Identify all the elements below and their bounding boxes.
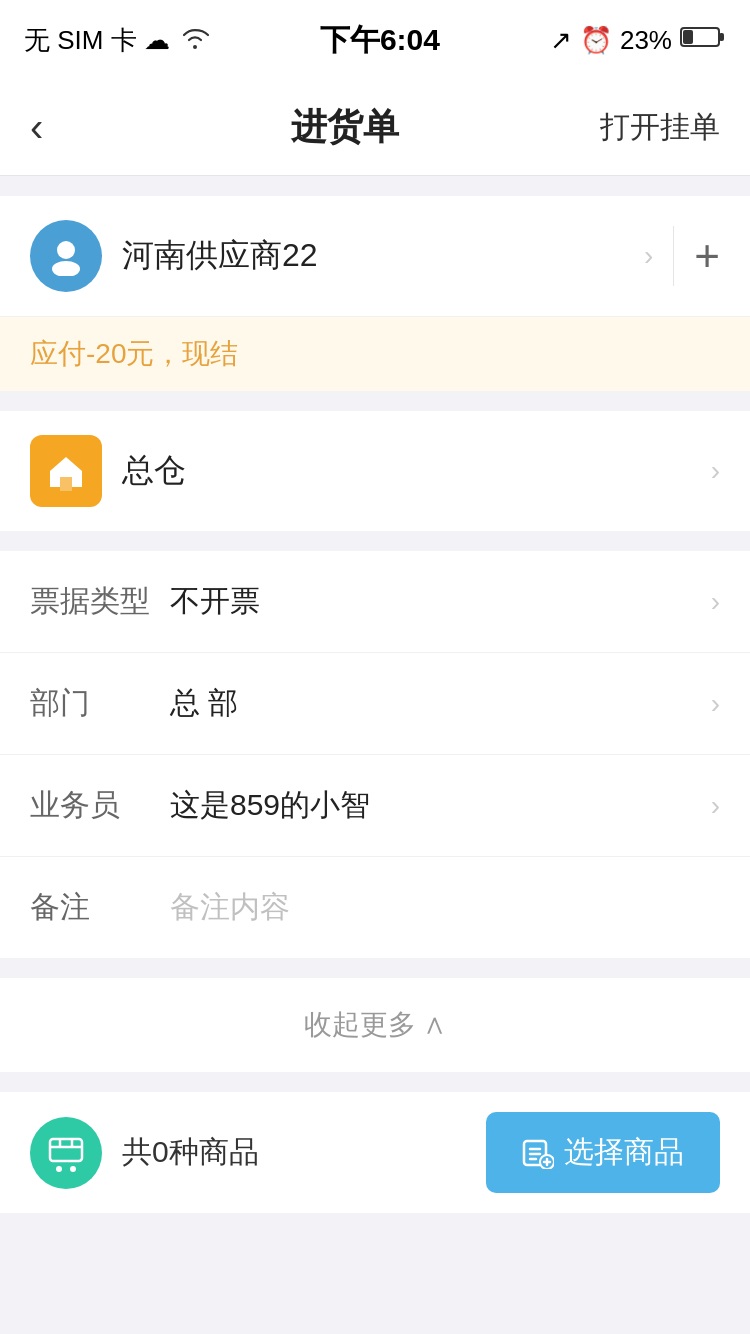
supplier-section: 河南供应商22 › + 应付-20元，现结: [0, 196, 750, 391]
supplier-name: 河南供应商22: [122, 234, 644, 278]
back-button[interactable]: ‹: [30, 105, 90, 150]
warehouse-row[interactable]: 总仓 ›: [0, 411, 750, 531]
salesperson-row[interactable]: 业务员 这是859的小智 ›: [0, 755, 750, 857]
warehouse-icon-wrap: [30, 435, 102, 507]
notice-bar: 应付-20元，现结: [0, 317, 750, 391]
status-time: 下午6:04: [320, 20, 440, 61]
cart-icon-wrap: [30, 1117, 102, 1189]
svg-rect-6: [60, 477, 72, 491]
dept-label: 部门: [30, 683, 170, 724]
remark-row[interactable]: 备注 备注内容: [0, 857, 750, 958]
invoice-value: 不开票: [170, 581, 711, 622]
warehouse-icon: [46, 451, 86, 491]
status-bar: 无 SIM 卡 ☁ 下午6:04 ↗ ⏰ 23%: [0, 0, 750, 80]
svg-point-9: [70, 1166, 76, 1172]
svg-rect-2: [683, 30, 693, 44]
warehouse-section: 总仓 ›: [0, 411, 750, 531]
section-gap-1: [0, 176, 750, 196]
svg-point-3: [57, 241, 75, 259]
bottom-bar: 共0种商品 选择商品: [0, 1092, 750, 1213]
chevron-right-icon: ›: [711, 688, 720, 720]
location-icon: ↗: [550, 25, 572, 56]
svg-point-4: [52, 261, 80, 276]
supplier-avatar: [30, 220, 102, 292]
item-count: 共0种商品: [122, 1132, 486, 1173]
collapse-button[interactable]: 收起更多 ∧: [0, 978, 750, 1072]
select-goods-label: 选择商品: [564, 1132, 684, 1173]
chevron-right-icon: ›: [711, 790, 720, 822]
chevron-right-icon: ›: [711, 455, 720, 487]
warehouse-name: 总仓: [122, 449, 711, 493]
remark-label: 备注: [30, 887, 170, 928]
invoice-label: 票据类型: [30, 581, 170, 622]
person-icon: [46, 236, 86, 276]
chevron-right-icon: ›: [644, 240, 653, 272]
chevron-right-icon: ›: [711, 586, 720, 618]
battery-percent: 23%: [620, 25, 672, 56]
svg-rect-7: [50, 1139, 82, 1161]
status-right: ↗ ⏰ 23%: [550, 25, 726, 56]
form-section: 票据类型 不开票 › 部门 总 部 › 业务员 这是859的小智 › 备注 备注…: [0, 551, 750, 958]
status-left: 无 SIM 卡 ☁: [24, 23, 210, 58]
page-title: 进货单: [291, 103, 399, 152]
invoice-row[interactable]: 票据类型 不开票 ›: [0, 551, 750, 653]
select-goods-icon: [522, 1137, 554, 1169]
salesperson-value: 这是859的小智: [170, 785, 711, 826]
cart-icon: [46, 1133, 86, 1173]
nav-bar: ‹ 进货单 打开挂单: [0, 80, 750, 176]
salesperson-label: 业务员: [30, 785, 170, 826]
sim-indicator: 无 SIM 卡 ☁: [24, 23, 170, 58]
svg-point-8: [56, 1166, 62, 1172]
page-background: [0, 1213, 750, 1334]
open-pending-button[interactable]: 打开挂单: [600, 107, 720, 148]
dept-value: 总 部: [170, 683, 711, 724]
alarm-icon: ⏰: [580, 25, 612, 56]
wifi-icon: [180, 25, 210, 56]
battery-icon: [680, 25, 726, 56]
select-goods-button[interactable]: 选择商品: [486, 1112, 720, 1193]
dept-row[interactable]: 部门 总 部 ›: [0, 653, 750, 755]
supplier-row[interactable]: 河南供应商22 › +: [0, 196, 750, 317]
svg-rect-1: [719, 33, 724, 41]
divider: [673, 226, 674, 286]
add-supplier-button[interactable]: +: [694, 231, 720, 281]
remark-input[interactable]: 备注内容: [170, 887, 720, 928]
